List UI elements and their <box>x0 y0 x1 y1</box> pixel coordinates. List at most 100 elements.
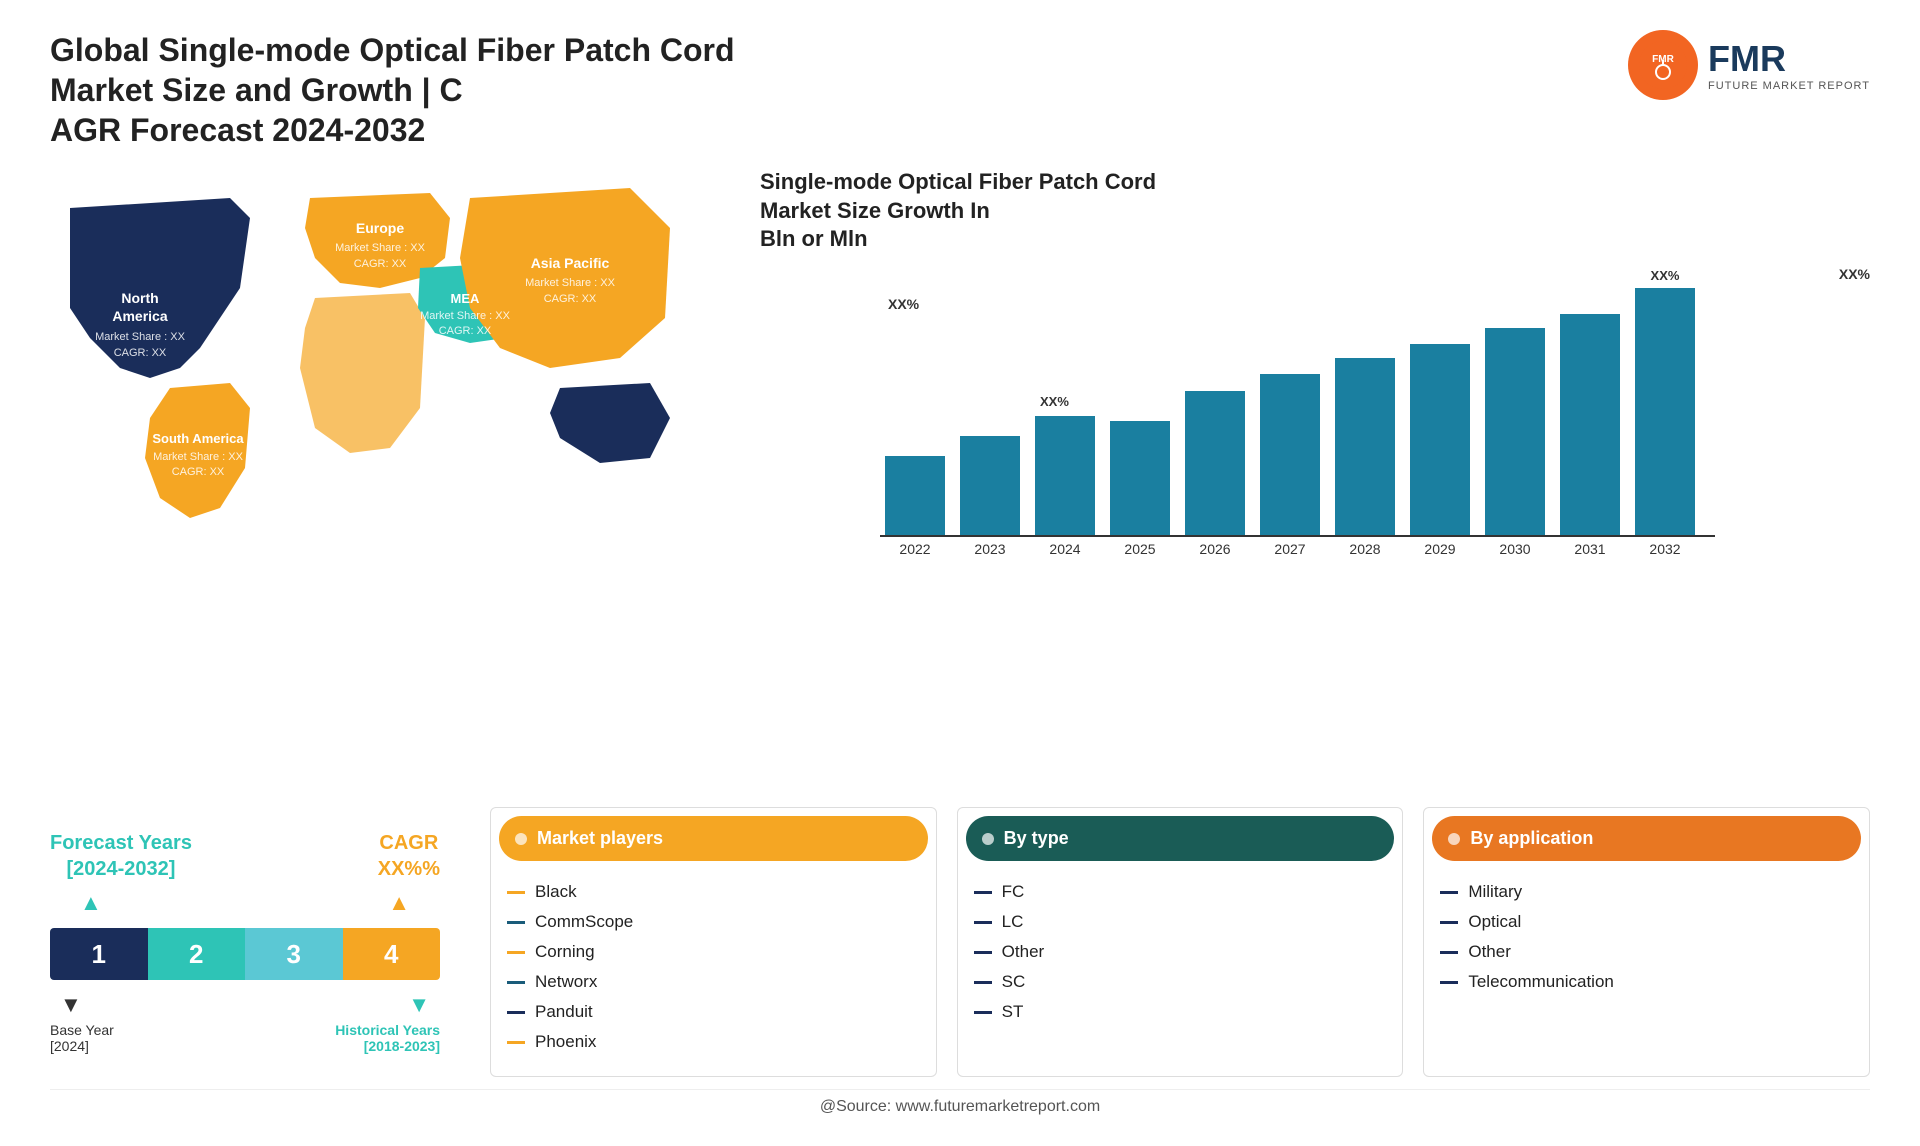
arrows-row-top: ▲ ▲ <box>50 890 440 916</box>
bar-chart-svg: 2022 2023 2024 XX% 2025 2026 2 <box>760 266 1870 566</box>
list-item: Black <box>507 877 920 907</box>
svg-text:CAGR: XX: CAGR: XX <box>354 258 407 270</box>
timeline-seg-1: 1 <box>50 928 148 980</box>
list-item: Military <box>1440 877 1853 907</box>
timeline-seg-2: 2 <box>148 928 246 980</box>
card-header-by-type: By type <box>966 816 1395 861</box>
svg-text:2022: 2022 <box>899 541 930 557</box>
cagr-label: CAGRXX%% <box>378 830 440 882</box>
svg-text:2027: 2027 <box>1274 541 1305 557</box>
card-dot-3 <box>1448 833 1460 845</box>
page-title: Global Single-mode Optical Fiber Patch C… <box>50 30 750 150</box>
list-item: Other <box>974 937 1387 967</box>
list-item: Networx <box>507 967 920 997</box>
svg-text:Asia Pacific: Asia Pacific <box>531 255 610 271</box>
list-item: SC <box>974 967 1387 997</box>
bar-2028 <box>1335 358 1395 536</box>
annotation-2024: XX% <box>888 296 919 312</box>
forecast-years-label: Forecast Years[2024-2032] <box>50 830 192 882</box>
dash-icon <box>974 1011 992 1014</box>
chart-section: Single-mode Optical Fiber Patch Cord Mar… <box>730 168 1870 787</box>
svg-text:Market Share : XX: Market Share : XX <box>335 242 426 254</box>
footer: @Source: www.futuremarketreport.com <box>50 1089 1870 1116</box>
svg-text:MEA: MEA <box>451 291 481 306</box>
svg-text:CAGR: XX: CAGR: XX <box>172 466 225 478</box>
card-items-market-players: Black CommScope Corning Networx <box>491 869 936 1076</box>
timeline-seg-4: 4 <box>343 928 441 980</box>
list-item: Panduit <box>507 997 920 1027</box>
dash-icon <box>507 951 525 954</box>
list-item: Telecommunication <box>1440 967 1853 997</box>
card-items-by-type: FC LC Other SC <box>958 869 1403 1076</box>
bar-2027 <box>1260 374 1320 536</box>
bar-2029 <box>1410 344 1470 536</box>
world-map: North America Market Share : XX CAGR: XX… <box>50 168 730 548</box>
dash-icon <box>507 891 525 894</box>
map-svg: North America Market Share : XX CAGR: XX… <box>50 168 710 548</box>
dash-icon <box>507 1041 525 1044</box>
bar-2024 <box>1035 416 1095 536</box>
list-item: Optical <box>1440 907 1853 937</box>
svg-text:2024: 2024 <box>1049 541 1080 557</box>
timeline-seg-3: 3 <box>245 928 343 980</box>
svg-text:2029: 2029 <box>1424 541 1455 557</box>
bar-2026 <box>1185 391 1245 536</box>
forecast-header: Forecast Years[2024-2032] CAGRXX%% <box>50 830 440 882</box>
card-by-application: By application Military Optical Other <box>1423 807 1870 1077</box>
card-header-by-application: By application <box>1432 816 1861 861</box>
svg-text:2023: 2023 <box>974 541 1005 557</box>
historical-years-label: Historical Years [2018-2023] <box>335 1022 440 1054</box>
svg-text:Market Share : XX: Market Share : XX <box>525 277 616 289</box>
bar-2025 <box>1110 421 1170 536</box>
svg-text:Market Share : XX: Market Share : XX <box>95 331 186 343</box>
forecast-section: Forecast Years[2024-2032] CAGRXX%% ▲ ▲ 1… <box>50 807 460 1077</box>
svg-text:2031: 2031 <box>1574 541 1605 557</box>
card-dot-2 <box>982 833 994 845</box>
timeline-labels: Base Year [2024] Historical Years [2018-… <box>50 1022 440 1054</box>
list-item: CommScope <box>507 907 920 937</box>
dash-icon <box>507 981 525 984</box>
card-dot-1 <box>515 833 527 845</box>
cards-section: Market players Black CommScope Corning <box>490 807 1870 1077</box>
dash-icon <box>974 921 992 924</box>
arrow-down-base: ▼ <box>60 992 82 1018</box>
dash-icon <box>1440 921 1458 924</box>
svg-text:2032: 2032 <box>1649 541 1680 557</box>
svg-text:Market Share : XX: Market Share : XX <box>420 310 511 322</box>
dash-icon <box>507 1011 525 1014</box>
list-item: Corning <box>507 937 920 967</box>
svg-text:2026: 2026 <box>1199 541 1230 557</box>
list-item: ST <box>974 997 1387 1027</box>
svg-text:XX%: XX% <box>1651 268 1680 283</box>
svg-text:Europe: Europe <box>356 220 404 236</box>
top-content: North America Market Share : XX CAGR: XX… <box>50 168 1870 787</box>
dash-icon <box>974 981 992 984</box>
bottom-section: Forecast Years[2024-2032] CAGRXX%% ▲ ▲ 1… <box>50 807 1870 1077</box>
svg-text:2030: 2030 <box>1499 541 1530 557</box>
header: Global Single-mode Optical Fiber Patch C… <box>50 30 1870 150</box>
list-item: Other <box>1440 937 1853 967</box>
forecast-label: Forecast Years[2024-2032] <box>50 830 192 882</box>
chart-title: Single-mode Optical Fiber Patch Cord Mar… <box>760 168 1870 254</box>
svg-text:XX%: XX% <box>1040 394 1069 409</box>
logo-text: FMR FUTURE MARKET REPORT <box>1708 38 1870 92</box>
arrows-row-bottom: ▼ ▼ <box>50 992 440 1018</box>
dash-icon <box>974 891 992 894</box>
dash-icon <box>507 921 525 924</box>
card-header-market-players: Market players <box>499 816 928 861</box>
list-item: FC <box>974 877 1387 907</box>
card-by-type: By type FC LC Other <box>957 807 1404 1077</box>
arrow-up-cagr: ▲ <box>388 890 410 916</box>
dash-icon <box>1440 981 1458 984</box>
svg-text:CAGR: XX: CAGR: XX <box>439 325 492 337</box>
bar-2030 <box>1485 328 1545 536</box>
cagr-value: CAGRXX%% <box>378 830 440 882</box>
list-item: Phoenix <box>507 1027 920 1057</box>
bar-2023 <box>960 436 1020 536</box>
logo-icon: FMR <box>1628 30 1698 100</box>
svg-text:2025: 2025 <box>1124 541 1155 557</box>
arrow-up-forecast: ▲ <box>80 890 102 916</box>
logo-svg: FMR <box>1638 40 1688 90</box>
svg-text:CAGR: XX: CAGR: XX <box>544 293 597 305</box>
list-item: LC <box>974 907 1387 937</box>
